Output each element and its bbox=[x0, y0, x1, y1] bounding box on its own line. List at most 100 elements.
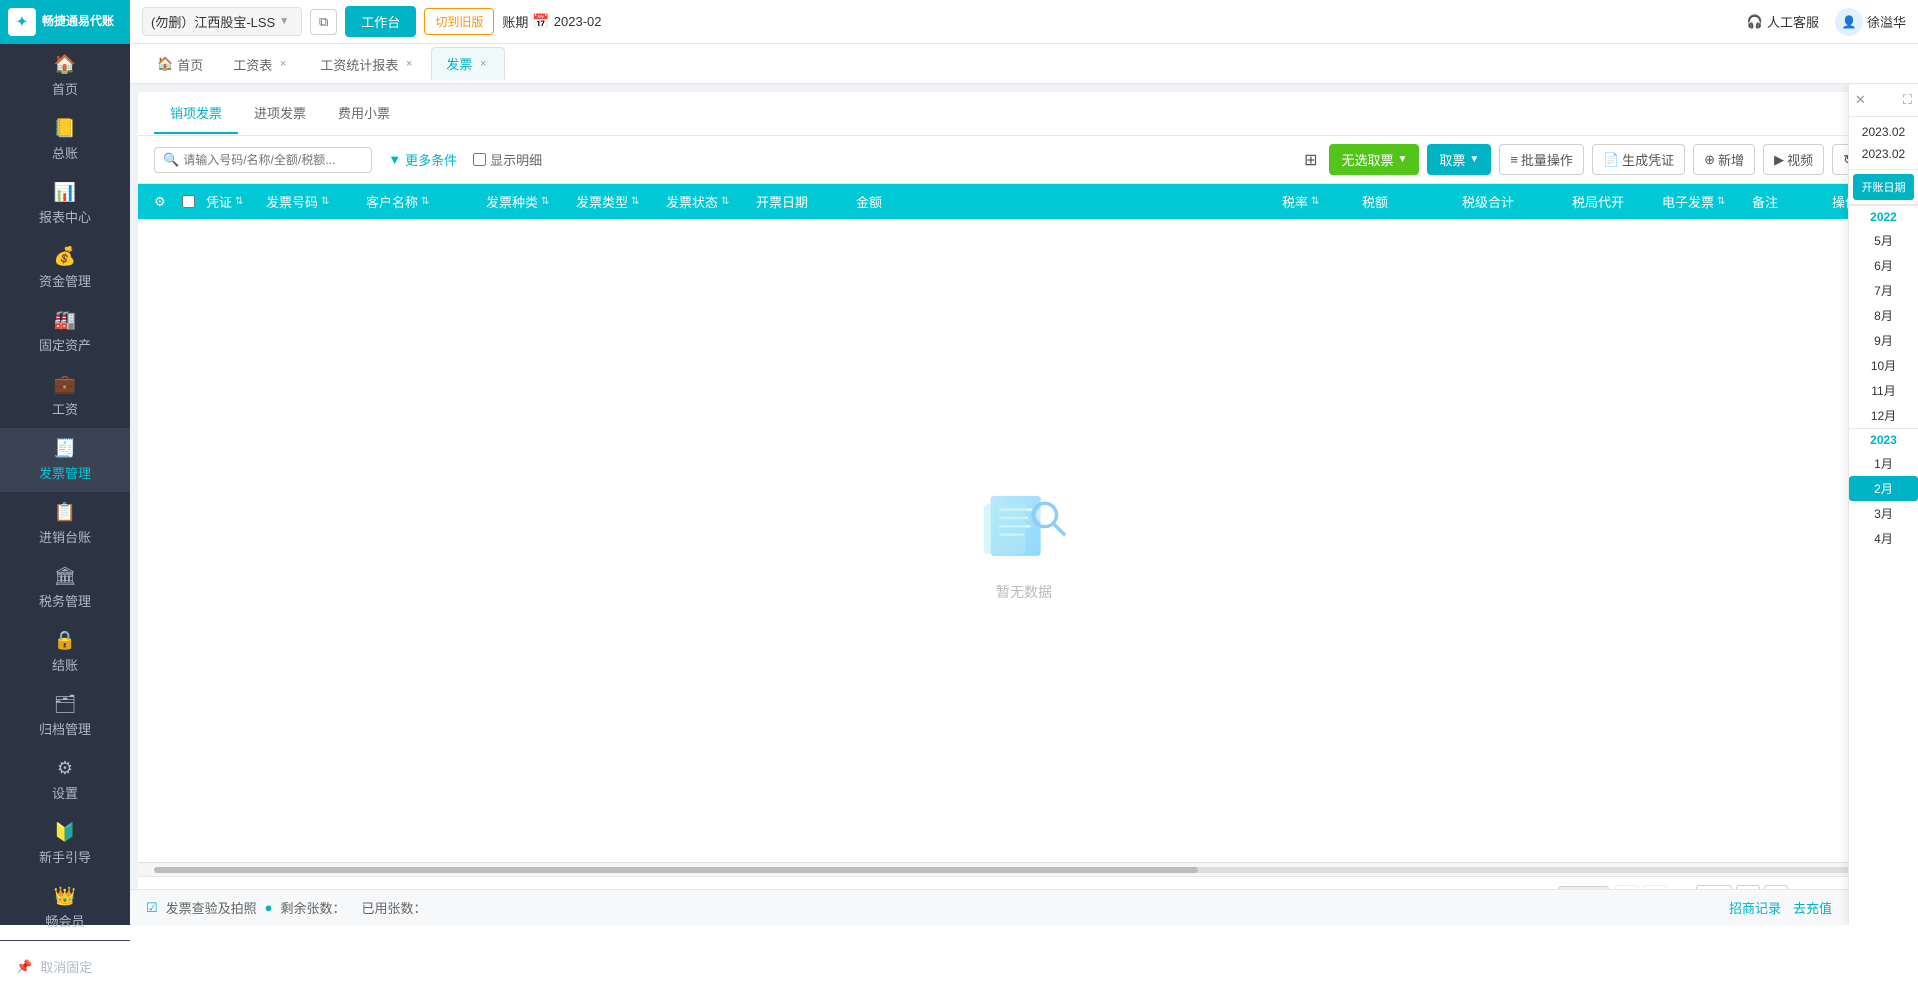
tax-icon: 🏛 bbox=[54, 566, 77, 587]
filter-button[interactable]: ▼ 更多条件 bbox=[380, 146, 465, 173]
service-button[interactable]: 🎧 人工客服 bbox=[1747, 12, 1819, 31]
sub-tab-expense-receipt[interactable]: 费用小票 bbox=[322, 93, 406, 134]
no-select-ticket-button[interactable]: 无选取票 ▼ bbox=[1329, 144, 1419, 175]
month-item[interactable]: 12月 bbox=[1849, 403, 1918, 428]
member-icon: 👑 bbox=[54, 886, 76, 907]
display-detail-label: 显示明细 bbox=[490, 150, 542, 169]
pin-toggle[interactable]: 📌 取消固定 bbox=[0, 949, 130, 984]
sidebar-item-report[interactable]: 📊 报表中心 bbox=[0, 172, 130, 236]
th-inv-category[interactable]: 发票类型 ⇅ bbox=[572, 192, 662, 211]
month-item[interactable]: 11月 bbox=[1849, 378, 1918, 403]
th-inv-type[interactable]: 发票种类 ⇅ bbox=[482, 192, 572, 211]
date-panel-expand-button[interactable]: ⛶ bbox=[1903, 92, 1912, 108]
tab-close-invoice[interactable]: × bbox=[476, 57, 490, 71]
user-menu-button[interactable]: 👤 徐溢华 bbox=[1835, 8, 1906, 36]
month-item[interactable]: 6月 bbox=[1849, 253, 1918, 278]
sub-tab-sales-invoice[interactable]: 销项发票 bbox=[154, 93, 238, 134]
date-panel-header: ✕ ⛶ bbox=[1849, 84, 1918, 117]
period-label: 账期 bbox=[502, 12, 528, 31]
tab-home[interactable]: 🏠首页 bbox=[142, 48, 218, 80]
date-period-item[interactable]: 2023.02 bbox=[1853, 121, 1914, 143]
month-item[interactable]: 5月 bbox=[1849, 228, 1918, 253]
th-voucher[interactable]: 凭证 ⇅ bbox=[202, 192, 262, 211]
month-item[interactable]: 10月 bbox=[1849, 353, 1918, 378]
toolbar-right: ⊞ 无选取票 ▼ 取票 ▼ ≡ 批量操作 📄 生成凭 bbox=[1300, 144, 1894, 175]
switch-version-button[interactable]: 切到旧版 bbox=[424, 8, 494, 35]
fund-icon: 💰 bbox=[54, 246, 76, 267]
month-item[interactable]: 2月 bbox=[1849, 476, 1918, 501]
gen-voucher-icon: 📄 bbox=[1603, 152, 1619, 168]
gen-voucher-button[interactable]: 📄 生成凭证 bbox=[1592, 144, 1685, 175]
search-wrap: 🔍 bbox=[154, 147, 372, 173]
open-period-button[interactable]: 开账日期 bbox=[1853, 174, 1914, 200]
year-2023-label: 2023 bbox=[1849, 428, 1918, 451]
tab-payroll-table[interactable]: 工资表× bbox=[218, 48, 305, 80]
sidebar-item-asset[interactable]: 🏭 固定资产 bbox=[0, 300, 130, 364]
sidebar-item-invoice[interactable]: 🧾 发票管理 bbox=[0, 428, 130, 492]
payroll-icon: 💼 bbox=[54, 374, 76, 395]
no-select-caret: ▼ bbox=[1398, 154, 1408, 165]
sidebar-item-fund[interactable]: 💰 资金管理 bbox=[0, 236, 130, 300]
sidebar-item-archive[interactable]: 🗂 归档管理 bbox=[0, 684, 130, 748]
video-button[interactable]: ▶ 视频 bbox=[1763, 144, 1824, 175]
month-item[interactable]: 9月 bbox=[1849, 328, 1918, 353]
sidebar-label-invoice: 发票管理 bbox=[39, 463, 91, 482]
date-panel-close-button[interactable]: ✕ bbox=[1855, 92, 1866, 108]
th-invoice-no[interactable]: 发票号码 ⇅ bbox=[262, 192, 362, 211]
tab-invoice[interactable]: 发票× bbox=[431, 47, 505, 80]
workspace-button[interactable]: 工作台 bbox=[345, 6, 416, 37]
period-display: 账期 📅 2023-02 bbox=[502, 12, 601, 31]
date-panel-top-periods: 2023.02 2023.02 bbox=[1849, 117, 1918, 170]
sidebar-item-ledger[interactable]: 📒 总账 bbox=[0, 108, 130, 172]
company-selector[interactable]: (勿删）江西股宝-LSS ▼ bbox=[142, 7, 302, 36]
month-item[interactable]: 1月 bbox=[1849, 451, 1918, 476]
th-tax-rate[interactable]: 税率 ⇅ bbox=[1278, 192, 1358, 211]
report-icon: 📊 bbox=[54, 182, 76, 203]
grid-view-icon[interactable]: ⊞ bbox=[1300, 146, 1321, 174]
sidebar-item-close[interactable]: 🔒 结账 bbox=[0, 620, 130, 684]
recruit-link[interactable]: 招商记录 bbox=[1729, 898, 1781, 917]
th-check[interactable] bbox=[178, 195, 202, 208]
th-customer[interactable]: 客户名称 ⇅ bbox=[362, 192, 482, 211]
sidebar-item-tax[interactable]: 🏛 税务管理 bbox=[0, 556, 130, 620]
empty-icon bbox=[974, 480, 1074, 570]
search-input[interactable] bbox=[183, 153, 363, 167]
logo-icon: ✦ bbox=[8, 8, 36, 36]
tab-close-payroll-table[interactable]: × bbox=[276, 57, 290, 71]
month-item[interactable]: 4月 bbox=[1849, 526, 1918, 551]
month-item[interactable]: 8月 bbox=[1849, 303, 1918, 328]
invoice-toolbar: 🔍 ▼ 更多条件 显示明细 ⊞ 无选取票 ▼ bbox=[138, 136, 1910, 184]
display-detail-toggle[interactable]: 显示明细 bbox=[473, 150, 542, 169]
tab-payroll-stat[interactable]: 工资统计报表× bbox=[305, 48, 431, 80]
select-all-checkbox[interactable] bbox=[182, 195, 195, 208]
sub-tab-purchase-invoice[interactable]: 进项发票 bbox=[238, 93, 322, 134]
date-period-item-2[interactable]: 2023.02 bbox=[1853, 143, 1914, 165]
sidebar-item-payroll[interactable]: 💼 工资 bbox=[0, 364, 130, 428]
company-name: (勿删）江西股宝-LSS bbox=[151, 12, 275, 31]
recharge-link[interactable]: 去充值 bbox=[1793, 898, 1832, 917]
th-settings[interactable]: ⚙ bbox=[150, 194, 178, 210]
th-e-invoice[interactable]: 电子发票 ⇅ bbox=[1658, 192, 1748, 211]
tab-close-payroll-stat[interactable]: × bbox=[402, 57, 416, 71]
batch-op-button[interactable]: ≡ 批量操作 bbox=[1499, 144, 1584, 175]
sidebar-label-report: 报表中心 bbox=[39, 207, 91, 226]
month-item[interactable]: 7月 bbox=[1849, 278, 1918, 303]
sidebar-item-member[interactable]: 👑 畅会员 bbox=[0, 876, 130, 940]
display-detail-checkbox[interactable] bbox=[473, 153, 486, 166]
table-header: ⚙ 凭证 ⇅ 发票号码 ⇅ 客户名称 ⇅ 发票种类 ⇅ 发票类型 ⇅ 发票状态 … bbox=[138, 184, 1910, 219]
sidebar-label-settings: 设置 bbox=[52, 783, 78, 802]
sidebar-item-settings[interactable]: ⚙ 设置 bbox=[0, 748, 130, 812]
logo-text: 畅捷通易代账 bbox=[42, 14, 114, 30]
sidebar-item-guide[interactable]: 🔰 新手引导 bbox=[0, 812, 130, 876]
empty-text: 暂无数据 bbox=[996, 582, 1052, 602]
new-button[interactable]: ⊕ 新增 bbox=[1693, 144, 1755, 175]
th-inv-status[interactable]: 发票状态 ⇅ bbox=[662, 192, 752, 211]
company-arrow-icon: ▼ bbox=[279, 16, 289, 27]
sidebar-item-sales[interactable]: 📋 进销台账 bbox=[0, 492, 130, 556]
copy-company-button[interactable]: ⧉ bbox=[310, 9, 337, 35]
invoice-icon: 🧾 bbox=[54, 438, 76, 459]
date-panel: ✕ ⛶ 2023.02 2023.02 开账日期 2022 5月6月7月8月9月… bbox=[1848, 84, 1918, 925]
select-ticket-button[interactable]: 取票 ▼ bbox=[1427, 144, 1491, 175]
month-item[interactable]: 3月 bbox=[1849, 501, 1918, 526]
sidebar-item-home[interactable]: 🏠 首页 bbox=[0, 44, 130, 108]
